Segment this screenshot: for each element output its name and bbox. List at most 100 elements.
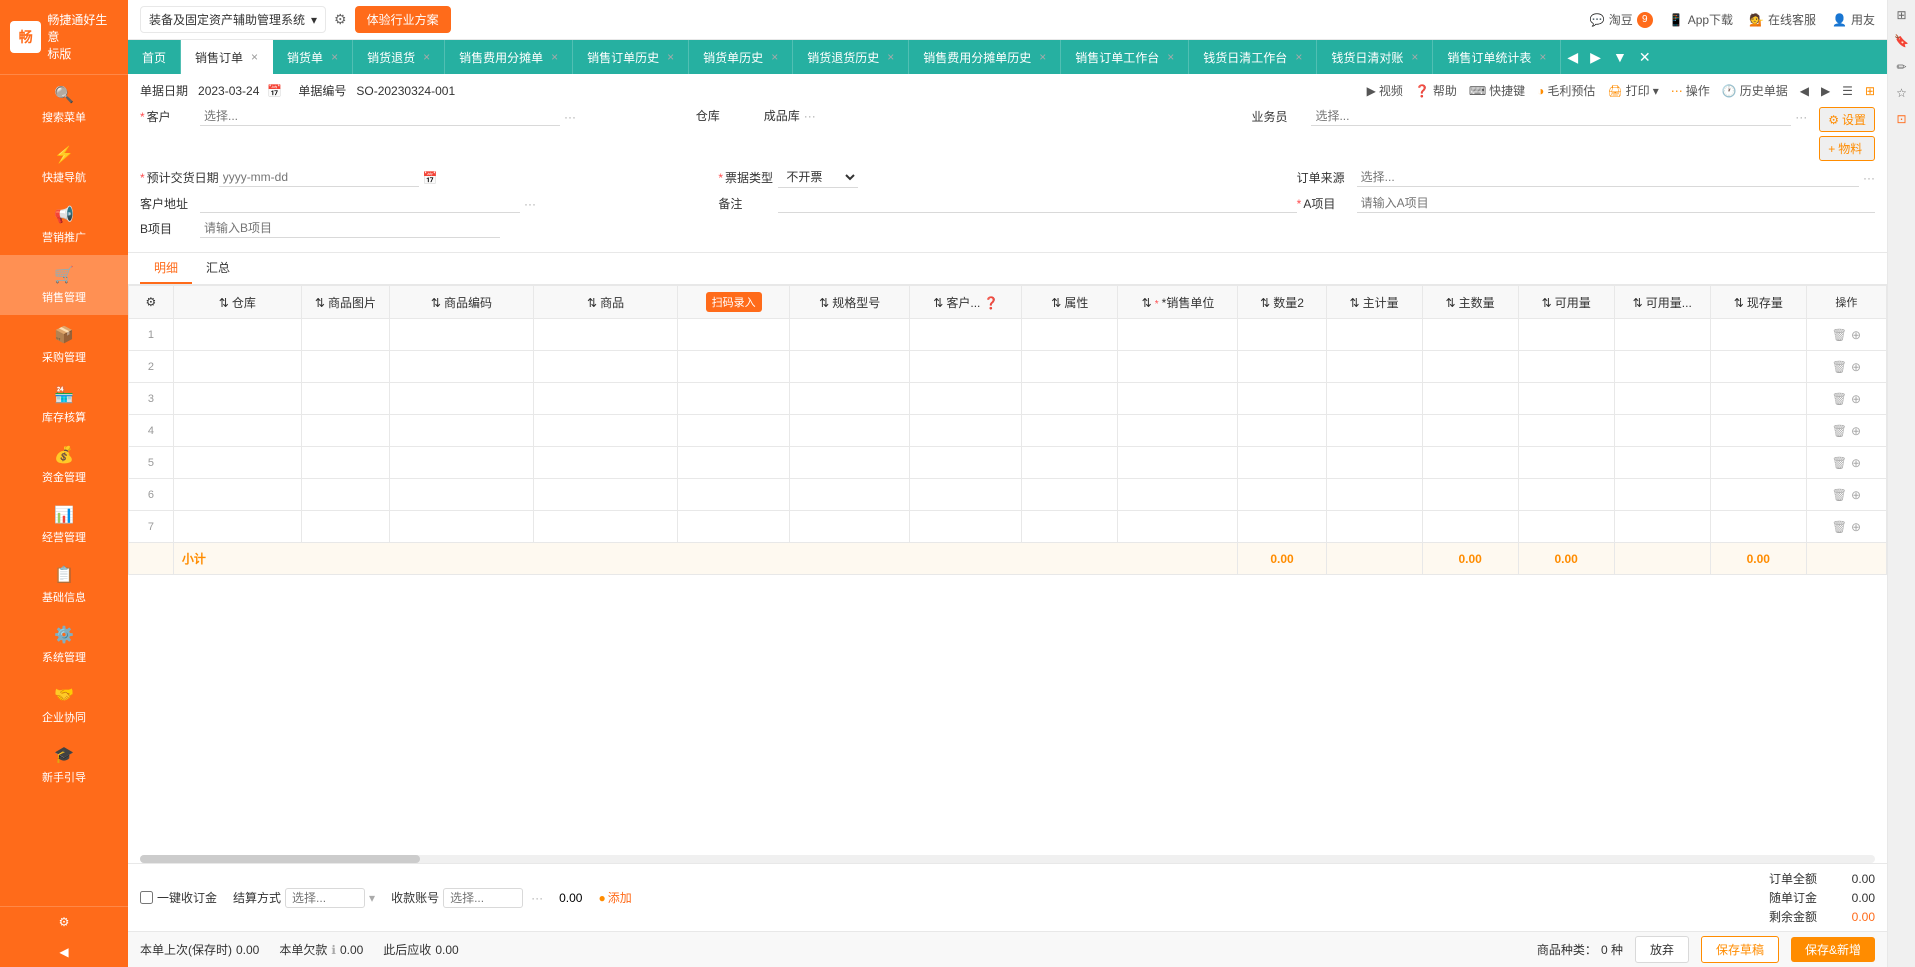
tab-close-all-btn[interactable]: ✕: [1633, 49, 1657, 66]
tab-summary[interactable]: 汇总: [192, 253, 244, 284]
right-bar-btn-1[interactable]: ⊞: [1891, 4, 1913, 26]
add-material-btn[interactable]: + 物料: [1819, 136, 1875, 161]
sidebar-item-enterprise[interactable]: 🤝 企业协同: [0, 675, 128, 735]
save-new-button[interactable]: 保存&新增: [1791, 937, 1875, 962]
th-avail[interactable]: ⇅ 可用量: [1518, 286, 1614, 319]
help-btn[interactable]: ❓ 帮助: [1415, 82, 1457, 99]
th-main-unit[interactable]: ⇅ 主计量: [1326, 286, 1422, 319]
tab-close-icon[interactable]: ×: [1295, 50, 1302, 64]
tab-close-icon[interactable]: ×: [1039, 50, 1046, 64]
note-input[interactable]: [778, 194, 1296, 213]
tab-sales-refund[interactable]: 销货退货 ×: [353, 40, 445, 74]
tab-sales-history[interactable]: 销货单历史 ×: [689, 40, 793, 74]
delete-icon[interactable]: 🗑: [1832, 328, 1847, 342]
th-stock[interactable]: ⇅ 现存量: [1710, 286, 1806, 319]
b-project-input[interactable]: [200, 219, 500, 238]
calendar-icon[interactable]: 📅: [267, 84, 282, 98]
address-dots-icon[interactable]: ···: [524, 197, 536, 211]
sidebar-item-basic[interactable]: 📋 基础信息: [0, 555, 128, 615]
th-unit[interactable]: ⇅ * *销售单位: [1118, 286, 1238, 319]
delete-icon[interactable]: 🗑: [1832, 360, 1847, 374]
right-bar-btn-5[interactable]: ⊡: [1891, 108, 1913, 130]
copy-icon[interactable]: ⊕: [1851, 424, 1861, 438]
tab-home[interactable]: 首页: [128, 40, 181, 74]
tab-sales-order-history[interactable]: 销售订单历史 ×: [573, 40, 689, 74]
sidebar-item-quick[interactable]: ⚡ 快捷导航: [0, 135, 128, 195]
tab-close-icon[interactable]: ×: [551, 50, 558, 64]
salesperson-input[interactable]: [1311, 107, 1791, 126]
account-dots-icon[interactable]: ···: [531, 891, 543, 905]
sidebar-item-operations[interactable]: 📊 经营管理: [0, 495, 128, 555]
history-nav-prev[interactable]: ◀: [1800, 84, 1809, 98]
ops-btn[interactable]: ⋯ 操作: [1671, 82, 1710, 99]
th-spec[interactable]: ⇅ 规格型号: [790, 286, 910, 319]
one-click-deposit-checkbox[interactable]: 一键收订金: [140, 889, 217, 906]
tab-close-icon[interactable]: ×: [331, 50, 338, 64]
tab-close-icon[interactable]: ×: [251, 50, 258, 64]
tab-detail[interactable]: 明细: [140, 253, 192, 284]
tab-menu-btn[interactable]: ▼: [1607, 49, 1633, 65]
warehouse-dots-icon[interactable]: ···: [804, 109, 816, 123]
payment-method-input[interactable]: [285, 888, 365, 908]
invoice-select[interactable]: 不开票: [778, 167, 858, 188]
scrollbar-thumb[interactable]: [140, 855, 420, 863]
sidebar-collapse-btn[interactable]: ◀: [0, 937, 128, 967]
payment-method-arrow[interactable]: ▾: [369, 891, 375, 905]
topbar-support[interactable]: 💁 在线客服: [1749, 11, 1816, 28]
tab-next-btn[interactable]: ▶: [1584, 49, 1607, 66]
row-ops[interactable]: 🗑⊕: [1806, 415, 1886, 447]
tab-fee-history[interactable]: 销售费用分摊单历史 ×: [909, 40, 1061, 74]
tab-close-icon[interactable]: ×: [1167, 50, 1174, 64]
settings-right-btn[interactable]: ⚙ 设置: [1819, 107, 1875, 132]
history-btn[interactable]: 🕐 历史单据: [1722, 82, 1788, 99]
customer-dots-icon[interactable]: ···: [564, 110, 576, 124]
one-click-deposit-input[interactable]: [140, 891, 153, 904]
sidebar-item-finance[interactable]: 💰 资金管理: [0, 435, 128, 495]
topbar-app[interactable]: 📱 App下载: [1669, 11, 1733, 28]
salesperson-dots-icon[interactable]: ···: [1795, 110, 1807, 124]
discard-button[interactable]: 放弃: [1635, 936, 1689, 963]
a-project-input[interactable]: [1357, 194, 1875, 213]
sidebar-settings-btn[interactable]: ⚙: [0, 907, 128, 937]
print-btn[interactable]: 🖨 打印 ▾: [1607, 82, 1658, 99]
tab-sales-fee-split[interactable]: 销售费用分摊单 ×: [445, 40, 573, 74]
sidebar-item-sales[interactable]: 🛒 销售管理: [0, 255, 128, 315]
view-btn[interactable]: ▶ 视频: [1367, 82, 1403, 99]
delete-icon[interactable]: 🗑: [1832, 456, 1847, 470]
profit-btn[interactable]: ◑ 毛利预估: [1537, 82, 1595, 99]
th-qty2[interactable]: ⇅ 数量2: [1238, 286, 1326, 319]
copy-icon[interactable]: ⊕: [1851, 488, 1861, 502]
history-nav-next[interactable]: ▶: [1821, 84, 1830, 98]
copy-icon[interactable]: ⊕: [1851, 360, 1861, 374]
copy-icon[interactable]: ⊕: [1851, 328, 1861, 342]
row-ops[interactable]: 🗑⊕: [1806, 383, 1886, 415]
sidebar-item-guide[interactable]: 🎓 新手引导: [0, 735, 128, 795]
sidebar-item-inventory[interactable]: 🏪 库存核算: [0, 375, 128, 435]
row-ops[interactable]: 🗑⊕: [1806, 511, 1886, 543]
save-draft-button[interactable]: 保存草稿: [1701, 936, 1779, 963]
th-warehouse[interactable]: ⇅ 仓库: [173, 286, 301, 319]
right-bar-btn-4[interactable]: ☆: [1891, 82, 1913, 104]
order-source-input[interactable]: [1357, 168, 1859, 187]
tab-close-icon[interactable]: ×: [771, 50, 778, 64]
tab-sales-stat[interactable]: 销售订单统计表 ×: [1433, 40, 1561, 74]
tab-sales-return-history[interactable]: 销货退货历史 ×: [793, 40, 909, 74]
row-ops[interactable]: 🗑⊕: [1806, 319, 1886, 351]
row-ops[interactable]: 🗑⊕: [1806, 447, 1886, 479]
horizontal-scrollbar[interactable]: [140, 855, 1875, 863]
delete-icon[interactable]: 🗑: [1832, 392, 1847, 406]
tab-sales-workbench[interactable]: 销售订单工作台 ×: [1061, 40, 1189, 74]
topbar-user[interactable]: 👤 用友: [1832, 11, 1875, 28]
tab-close-icon[interactable]: ×: [667, 50, 674, 64]
address-input[interactable]: [200, 194, 520, 213]
tab-sales-order[interactable]: 销售订单 ×: [181, 40, 273, 74]
delete-icon[interactable]: 🗑: [1832, 488, 1847, 502]
topbar-system-name[interactable]: 装备及固定资产辅助管理系统 ▾: [140, 6, 326, 33]
row-ops[interactable]: 🗑⊕: [1806, 351, 1886, 383]
tab-close-icon[interactable]: ×: [1539, 50, 1546, 64]
topbar-gear-icon[interactable]: ⚙: [334, 11, 347, 28]
th-product-code[interactable]: ⇅ 商品编码: [389, 286, 533, 319]
tab-prev-btn[interactable]: ◀: [1561, 49, 1584, 66]
sidebar-item-purchase[interactable]: 📦 采购管理: [0, 315, 128, 375]
tab-cash-daily[interactable]: 钱货日清工作台 ×: [1189, 40, 1317, 74]
